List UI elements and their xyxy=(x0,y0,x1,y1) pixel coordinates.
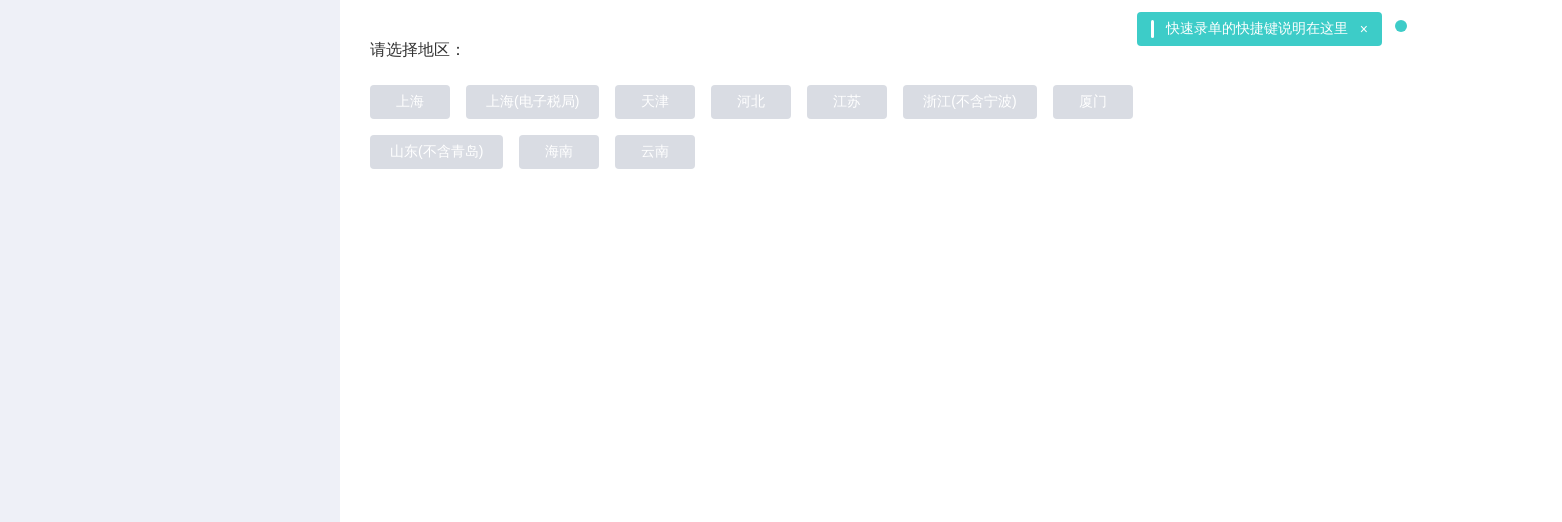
btn-shanghai-etax[interactable]: 上海(电子税局) xyxy=(466,85,599,119)
btn-tianjin[interactable]: 天津 xyxy=(615,85,695,119)
region-row-1: 上海 上海(电子税局) 天津 河北 江苏 浙江(不含宁波) 厦门 xyxy=(370,85,1532,119)
btn-zhejiang[interactable]: 浙江(不含宁波) xyxy=(903,85,1036,119)
btn-hebei[interactable]: 河北 xyxy=(711,85,791,119)
tooltip-indicator-dot xyxy=(1395,20,1407,32)
region-row-2: 山东(不含青岛) 海南 云南 xyxy=(370,135,1532,169)
btn-shandong[interactable]: 山东(不含青岛) xyxy=(370,135,503,169)
tooltip-banner: 快速录单的快捷键说明在这里 × xyxy=(1137,12,1382,46)
sidebar xyxy=(0,0,340,522)
btn-shanghai[interactable]: 上海 xyxy=(370,85,450,119)
tooltip-text: 快速录单的快捷键说明在这里 xyxy=(1166,20,1348,38)
btn-jiangsu[interactable]: 江苏 xyxy=(807,85,887,119)
btn-xiamen[interactable]: 厦门 xyxy=(1053,85,1133,119)
main-content: 请选择地区： 上海 上海(电子税局) 天津 河北 江苏 浙江(不含宁波) 厦门 … xyxy=(340,0,1562,522)
btn-hainan[interactable]: 海南 xyxy=(519,135,599,169)
tooltip-close-button[interactable]: × xyxy=(1360,21,1368,37)
btn-yunnan[interactable]: 云南 xyxy=(615,135,695,169)
